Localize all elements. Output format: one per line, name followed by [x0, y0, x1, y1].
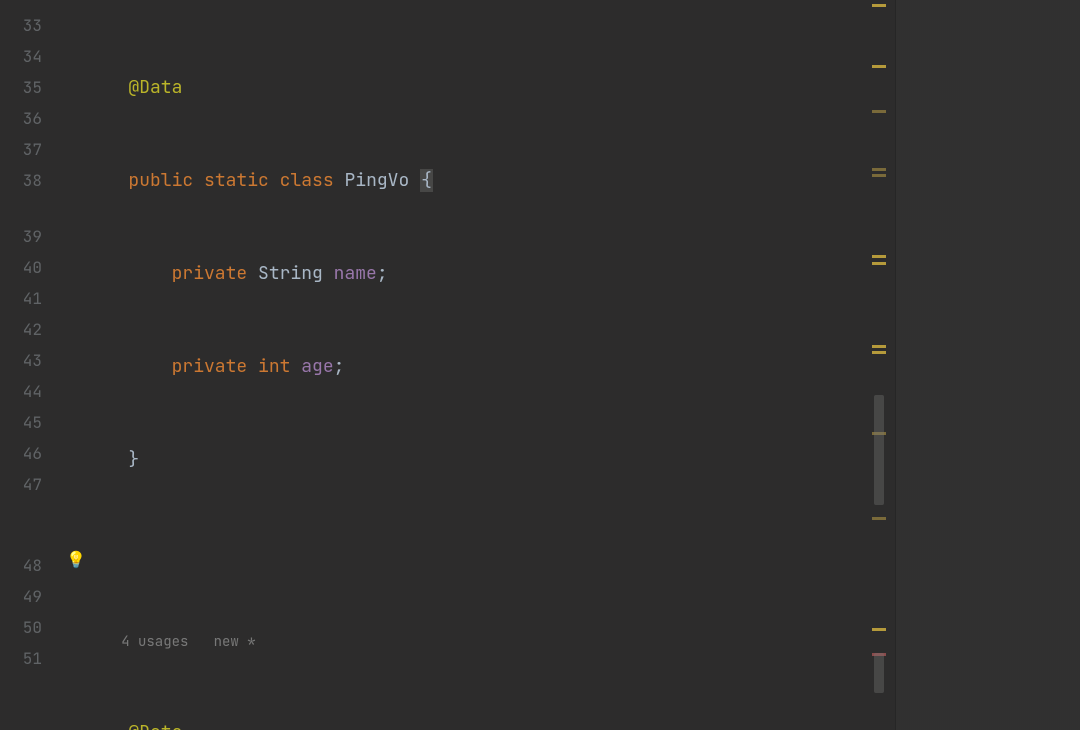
field: age — [301, 355, 333, 378]
punct: ; — [334, 355, 345, 378]
minimap[interactable] — [895, 0, 1080, 730]
class-name: PingVo — [344, 169, 409, 192]
type: String — [258, 262, 323, 285]
line-number: 44 — [0, 376, 56, 407]
stripe-marker[interactable] — [872, 65, 886, 68]
line-gutter: 33 34 35 36 37 38 39 40 41 42 43 44 45 4… — [0, 0, 56, 730]
line-number: 47 — [0, 469, 56, 500]
line-number: 48 — [0, 550, 56, 581]
line-number: 46 — [0, 438, 56, 469]
gutter-margin: 💡 — [56, 0, 96, 730]
line-number: 42 — [0, 314, 56, 345]
line-number: 43 — [0, 345, 56, 376]
keyword: static — [204, 169, 269, 192]
punct: ; — [377, 262, 388, 285]
line-number: 41 — [0, 283, 56, 314]
line-number: 34 — [0, 41, 56, 72]
stripe-marker[interactable] — [872, 4, 886, 7]
stripe-marker[interactable] — [872, 110, 886, 113]
brace: { — [420, 169, 433, 192]
stripe-marker[interactable] — [872, 628, 886, 631]
keyword: public — [128, 169, 193, 192]
stripe-marker[interactable] — [872, 517, 886, 520]
code-editor[interactable]: 33 34 35 36 37 38 39 40 41 42 43 44 45 4… — [0, 0, 1080, 730]
line-number: 35 — [0, 72, 56, 103]
stripe-marker[interactable] — [872, 174, 886, 177]
stripe-marker[interactable] — [872, 255, 886, 258]
scrollbar-thumb[interactable] — [874, 653, 884, 693]
stripe-marker[interactable] — [872, 351, 886, 354]
line-number: 39 — [0, 221, 56, 252]
line-number: 37 — [0, 134, 56, 165]
stripe-marker[interactable] — [872, 168, 886, 171]
annotation: @Data — [128, 721, 182, 730]
type: int — [258, 355, 290, 378]
keyword: class — [280, 169, 334, 192]
line-number: 51 — [0, 643, 56, 674]
scrollbar-thumb[interactable] — [874, 395, 884, 505]
keyword: private — [172, 355, 248, 378]
field: name — [334, 262, 377, 285]
annotation: @Data — [128, 76, 182, 99]
usages-hint[interactable]: 4 usages — [121, 633, 188, 651]
error-stripe[interactable] — [872, 0, 890, 730]
line-number: 38 — [0, 165, 56, 196]
line-number: 36 — [0, 103, 56, 134]
line-number: 33 — [0, 10, 56, 41]
line-number: 40 — [0, 252, 56, 283]
stripe-marker[interactable] — [872, 262, 886, 265]
brace: } — [128, 448, 139, 471]
keyword: private — [172, 262, 248, 285]
line-number: 45 — [0, 407, 56, 438]
stripe-marker[interactable] — [872, 345, 886, 348]
vcs-hint[interactable]: new * — [214, 633, 256, 651]
line-number: 49 — [0, 581, 56, 612]
intention-bulb-icon[interactable]: 💡 — [66, 549, 86, 570]
line-number: 50 — [0, 612, 56, 643]
